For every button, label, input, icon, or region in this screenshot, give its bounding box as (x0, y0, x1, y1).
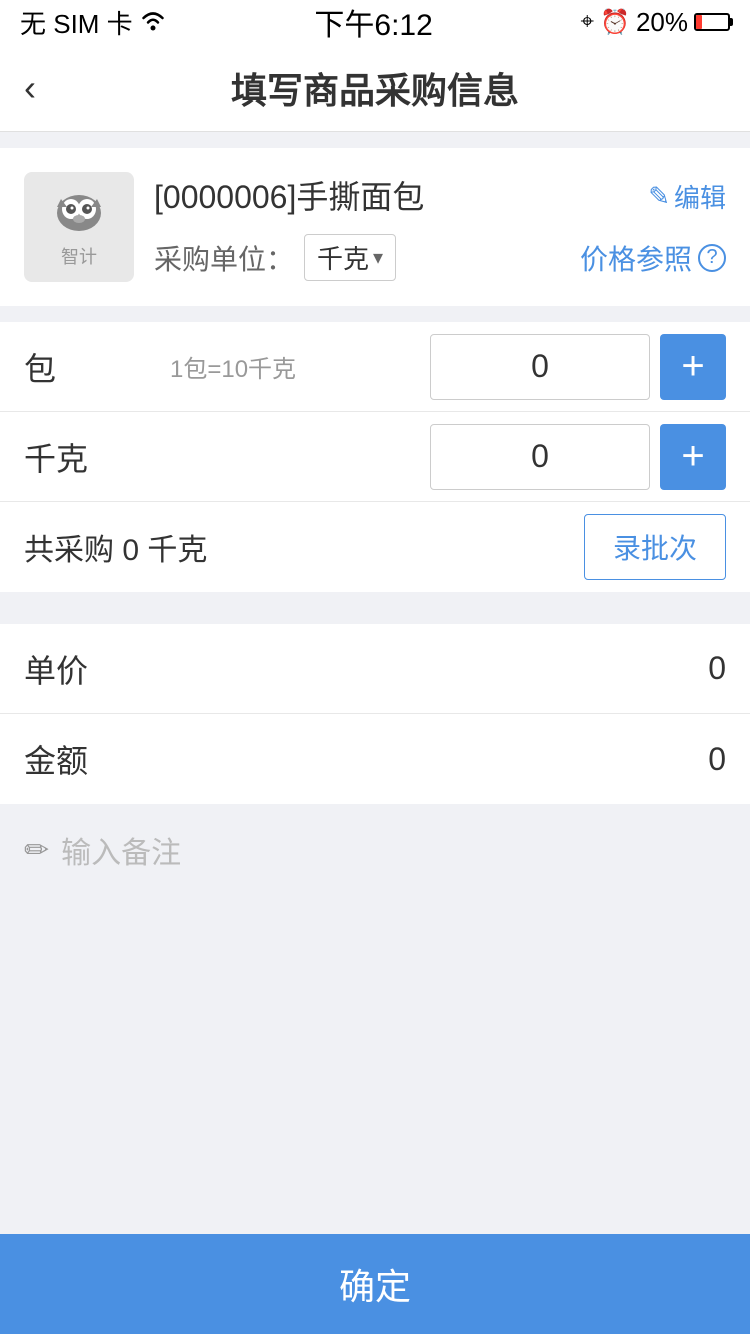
kg-input-section: 千克 + (0, 412, 750, 502)
product-logo-icon (49, 185, 109, 243)
nav-title: 填写商品采购信息 (231, 62, 519, 114)
alarm-icon: ⏰ (600, 8, 630, 37)
amount-row: 金额 0 (0, 714, 750, 804)
status-bar: 无 SIM 卡 下午6:12 ⌖ ⏰ 20% (0, 0, 750, 44)
location-icon: ⌖ (581, 8, 595, 36)
kg-input[interactable] (430, 424, 650, 490)
notes-pencil-icon: ✏ (24, 833, 49, 868)
bao-plus-icon: + (681, 344, 704, 389)
kg-row: 千克 + (0, 412, 750, 502)
product-info: [0000006]手撕面包 采购单位： 千克 ▾ 价格参照 ? (154, 172, 726, 281)
chevron-down-icon: ▾ (373, 245, 383, 270)
unit-price-row: 单价 0 (0, 624, 750, 714)
unit-select[interactable]: 千克 ▾ (304, 234, 396, 281)
amount-value: 0 (708, 741, 726, 778)
batch-button[interactable]: 录批次 (584, 514, 726, 580)
edit-button[interactable]: ✎ 编辑 (648, 178, 726, 215)
bao-field-wrap: + (296, 334, 726, 400)
battery-pct: 20% (636, 7, 688, 38)
unit-price-label: 单价 (24, 646, 88, 692)
edit-icon: ✎ (648, 181, 670, 212)
unit-value: 千克 (317, 239, 369, 276)
bao-sublabel: 1包=10千克 (170, 349, 296, 384)
status-carrier: 无 SIM 卡 (20, 4, 167, 41)
summary-row: 共采购 0 千克 录批次 (0, 502, 750, 592)
unit-row: 采购单位： 千克 ▾ (154, 234, 396, 281)
section-divider-2 (0, 592, 750, 608)
empty-area (0, 896, 750, 1234)
product-meta: 采购单位： 千克 ▾ 价格参照 ? (154, 234, 726, 281)
notes-placeholder: 输入备注 (61, 828, 181, 872)
bao-input[interactable] (430, 334, 650, 400)
kg-plus-button[interactable]: + (660, 424, 726, 490)
wifi-icon (139, 7, 167, 38)
bao-input-section: 包 1包=10千克 + (0, 322, 750, 412)
brand-label: 智计 (49, 243, 109, 269)
status-time: 下午6:12 (314, 0, 432, 44)
bao-row: 包 1包=10千克 + (0, 322, 750, 412)
price-ref-label: 价格参照 (580, 238, 692, 278)
amount-label: 金额 (24, 736, 88, 782)
product-name: [0000006]手撕面包 (154, 172, 726, 218)
product-image: 智计 (24, 172, 134, 282)
back-button[interactable]: ‹ (24, 67, 36, 109)
carrier-text: 无 SIM 卡 (20, 4, 133, 41)
unit-label: 采购单位： (154, 238, 294, 278)
unit-price-value: 0 (708, 650, 726, 687)
edit-label: 编辑 (674, 178, 726, 215)
notes-section[interactable]: ✏ 输入备注 (0, 804, 750, 896)
info-icon: ? (698, 244, 726, 272)
confirm-button[interactable]: 确定 (0, 1234, 750, 1334)
kg-plus-icon: + (681, 434, 704, 479)
status-right: ⌖ ⏰ 20% (581, 7, 730, 38)
product-card: 智计 [0000006]手撕面包 采购单位： 千克 ▾ 价格参照 ? (0, 148, 750, 306)
battery-icon (694, 13, 730, 31)
section-divider-1 (0, 306, 750, 322)
kg-label: 千克 (24, 434, 164, 480)
bao-plus-button[interactable]: + (660, 334, 726, 400)
price-ref-link[interactable]: 价格参照 ? (580, 238, 726, 278)
nav-bar: ‹ 填写商品采购信息 (0, 44, 750, 132)
kg-field-wrap: + (164, 424, 726, 490)
bao-label: 包 (24, 344, 164, 390)
price-section: 单价 0 金额 0 (0, 624, 750, 804)
main-content: 智计 [0000006]手撕面包 采购单位： 千克 ▾ 价格参照 ? (0, 132, 750, 1234)
summary-text: 共采购 0 千克 (24, 525, 207, 569)
